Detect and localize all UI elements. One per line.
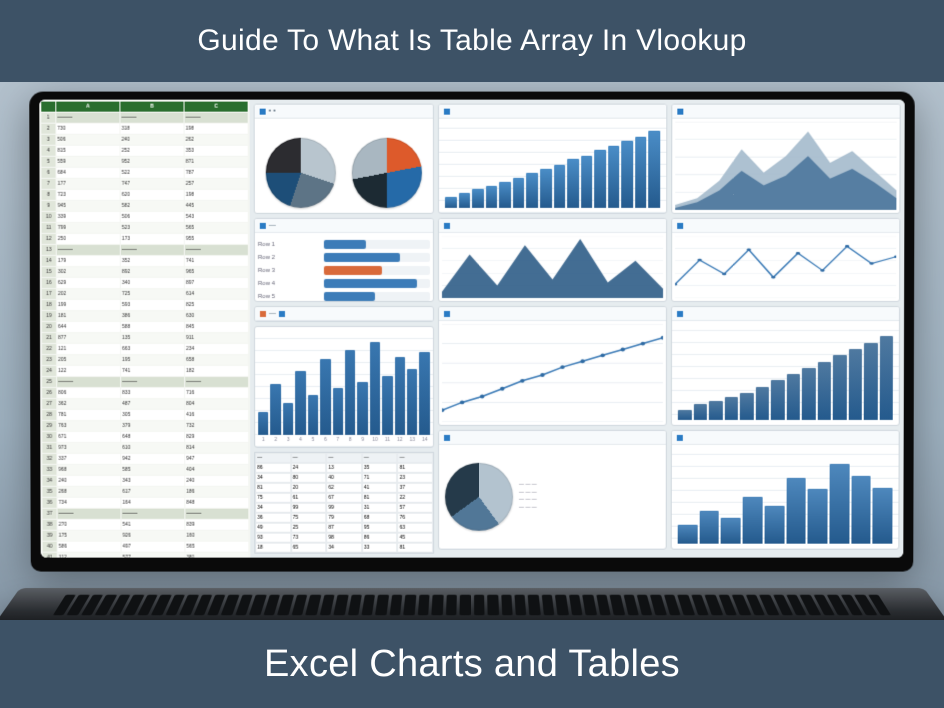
screen-content: ABC1—————————273031819835062402624815252…: [39, 100, 904, 558]
bottom-pie-panel: — — —— — —— — —— — —: [438, 430, 667, 550]
spreadsheet-panel: ABC1—————————273031819835062402624815252…: [39, 100, 250, 558]
bottom-right-bars: [671, 430, 900, 550]
mini-table: —————86241335813480407123812062413775616…: [254, 452, 434, 554]
screen-bezel: ABC1—————————273031819835062402624815252…: [29, 92, 915, 572]
title-banner-bottom: Excel Charts and Tables: [0, 620, 944, 708]
title-bottom-text: Excel Charts and Tables: [264, 643, 680, 686]
rising-line-chart: [438, 306, 667, 426]
title-top-text: Guide To What Is Table Array In Vlookup: [197, 24, 746, 58]
dashboard-area: ▪ ▪ — Row 1Row 2Row 3Row 4Row 5 —: [250, 100, 905, 558]
hbar-panel: — Row 1Row 2Row 3Row 4Row 5: [254, 218, 434, 302]
sharp-peaks-chart: [438, 218, 667, 302]
left-lower-stack: — 1234567891011121314 —————8624133581348…: [254, 306, 434, 554]
mountain-area-chart: [671, 104, 901, 214]
laptop-illustration: ABC1—————————273031819835062402624815252…: [30, 92, 914, 608]
jagged-line-chart: [671, 218, 900, 302]
grouped-bars-chart: [671, 306, 900, 426]
big-bar-chart: 1234567891011121314: [254, 326, 434, 448]
pie-panel-label: ▪ ▪: [269, 108, 276, 115]
title-banner-top: Guide To What Is Table Array In Vlookup: [0, 0, 944, 82]
charts-grid: — — —— — —— — —— — —: [438, 104, 901, 554]
hbar-panel-label: —: [269, 222, 276, 229]
rising-bars-top: [438, 104, 667, 214]
pie-chart-b: [352, 138, 422, 208]
pie-chart-a: [266, 138, 336, 208]
pie-panel: ▪ ▪: [254, 104, 434, 214]
pie-chart-c: [445, 463, 513, 531]
panel-label-row: —: [254, 306, 434, 322]
